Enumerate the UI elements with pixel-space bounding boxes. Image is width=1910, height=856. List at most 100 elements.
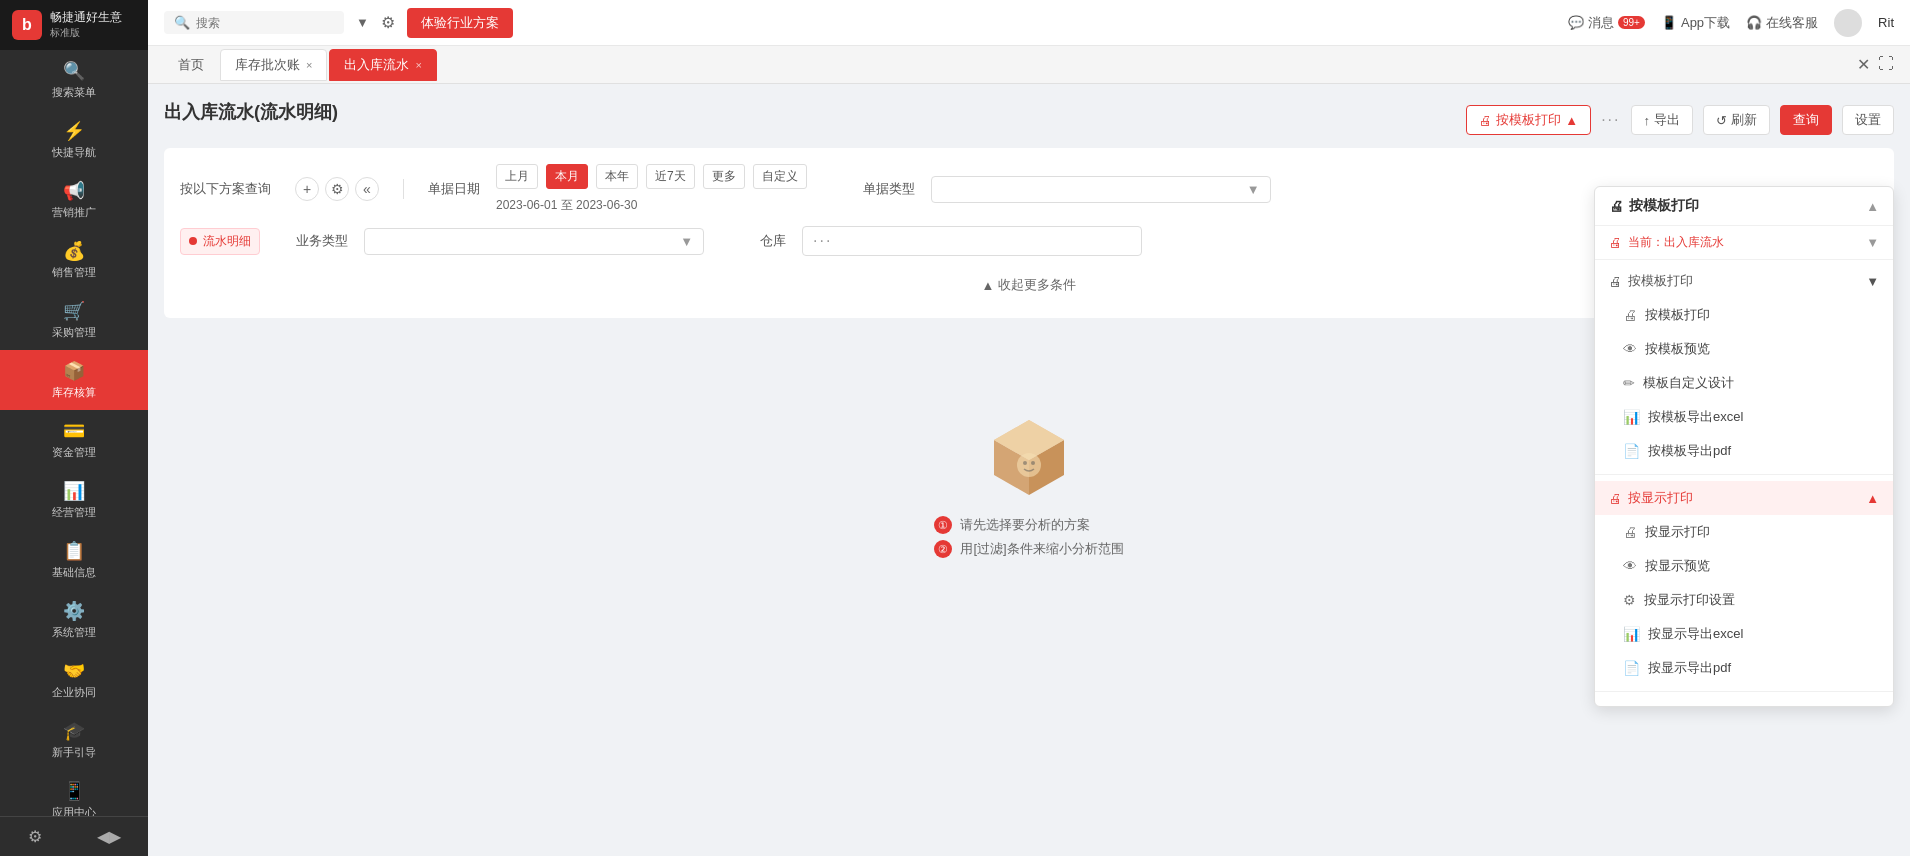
display-export-excel-item[interactable]: 📊 按显示导出excel [1595,617,1893,651]
chevron-up-collapse-icon: ▲ [982,278,995,293]
display-print-item[interactable]: 🖨 按显示打印 [1595,515,1893,549]
topbar-dropdown-icon[interactable]: ▼ [356,15,369,30]
sidebar-item-app-center[interactable]: 📱 应用中心 [0,770,148,816]
tab-home[interactable]: 首页 [164,50,218,80]
tab-inout-flow[interactable]: 出入库流水 × [329,49,436,81]
template-print-section-header[interactable]: 🖨 按模板打印 ▼ [1595,264,1893,298]
business-type-label: 业务类型 [296,232,348,250]
flow-tag: 流水明细 [180,228,260,255]
topbar-search-box[interactable]: 🔍 [164,11,344,34]
sidebar-item-marketing[interactable]: 📢 营销推广 [0,170,148,230]
default-settings-header[interactable]: ⚙ 设置默认功能 ▼ [1595,698,1893,706]
tab-batch-account-close[interactable]: × [306,59,312,71]
preview-item-icon: 👁 [1623,341,1637,357]
business-type-select[interactable]: ▼ [364,228,704,255]
display-preview-item[interactable]: 👁 按显示预览 [1595,549,1893,583]
money-icon: 💰 [63,240,85,262]
print-template-button[interactable]: 🖨 按模板打印 ▲ [1466,105,1591,135]
flow-tag-container: 流水明细 [180,228,260,255]
tab-bar: 首页 库存批次账 × 出入库流水 × ✕ ⛶ [148,46,1910,84]
sidebar-item-business[interactable]: 📊 经营管理 [0,470,148,530]
username-label[interactable]: Rit [1878,15,1894,30]
template-export-pdf-item[interactable]: 📄 按模板导出pdf [1595,434,1893,468]
message-action[interactable]: 💬 消息 99+ [1568,14,1645,32]
user-avatar[interactable] [1834,9,1862,37]
search-topbar-icon: 🔍 [174,15,190,30]
date-btn-last-month[interactable]: 上月 [496,164,538,189]
filter-add-button[interactable]: + [295,177,319,201]
tab-inout-flow-close[interactable]: × [415,59,421,71]
export-button[interactable]: ↑ 导出 [1631,105,1694,135]
step-1-num: ① [934,516,952,534]
sidebar-item-system[interactable]: ⚙️ 系统管理 [0,590,148,650]
tab-fullscreen-icon[interactable]: ⛶ [1878,55,1894,74]
sidebar-item-sales[interactable]: 💰 销售管理 [0,230,148,290]
bill-type-select[interactable]: ▼ [931,176,1271,203]
settings-bottom-icon[interactable]: ⚙ [28,827,42,846]
template-custom-item[interactable]: ✏ 模板自定义设计 [1595,366,1893,400]
settings-button[interactable]: 设置 [1842,105,1894,135]
display-print-section-header[interactable]: 🖨 按显示打印 ▲ [1595,481,1893,515]
sidebar-nav: 🔍 搜索菜单 ⚡ 快捷导航 📢 营销推广 💰 销售管理 🛒 采购管理 📦 [0,50,148,816]
date-filter-label: 单据日期 [428,180,480,198]
template-preview-item[interactable]: 👁 按模板预览 [1595,332,1893,366]
chevron-up-icon: ▲ [1565,113,1578,128]
collapse-conditions-button[interactable]: ▲ 收起更多条件 [982,276,1077,294]
industry-solution-button[interactable]: 体验行业方案 [407,8,513,38]
print-dropdown-header: 🖨 按模板打印 ▲ [1595,187,1893,226]
display-section-print-icon: 🖨 [1609,491,1622,506]
message-icon: 💬 [1568,15,1584,30]
query-button[interactable]: 查询 [1780,105,1832,135]
page-toolbar: 🖨 按模板打印 ▲ ··· ↑ 导出 ↺ 刷新 [1466,105,1894,135]
printer-dropdown-icon: 🖨 [1609,198,1623,214]
date-btn-7days[interactable]: 近7天 [646,164,695,189]
display-settings-icon: ⚙ [1623,592,1636,608]
date-btn-current-month[interactable]: 本月 [546,164,588,189]
display-export-pdf-item[interactable]: 📄 按显示导出pdf [1595,651,1893,685]
svg-point-6 [1031,461,1035,465]
topbar-search-input[interactable] [196,16,334,30]
empty-illustration [974,390,1084,500]
sidebar-item-base-info[interactable]: 📋 基础信息 [0,530,148,590]
date-btn-more[interactable]: 更多 [703,164,745,189]
date-btn-current-year[interactable]: 本年 [596,164,638,189]
online-service-action[interactable]: 🎧 在线客服 [1746,14,1818,32]
warehouse-select[interactable]: ··· [802,226,1142,256]
online-service-label: 在线客服 [1766,14,1818,32]
mobile-icon: 📱 [63,780,85,802]
sidebar-item-inventory[interactable]: 📦 库存核算 [0,350,148,410]
template-export-excel-item[interactable]: 📊 按模板导出excel [1595,400,1893,434]
date-filter-buttons: 上月 本月 本年 近7天 更多 自定义 [496,164,807,189]
headphone-icon: 🎧 [1746,15,1762,30]
print-dropdown-collapse-icon[interactable]: ▲ [1866,199,1879,214]
sidebar-item-enterprise[interactable]: 🤝 企业协同 [0,650,148,710]
topbar-settings-icon[interactable]: ⚙ [381,13,395,32]
print-dropdown-scroll: 🖨 当前：出入库流水 ▼ 🖨 按模板打印 ▼ [1595,226,1893,706]
current-template-arrow: ▼ [1866,235,1879,250]
print-dropdown-panel: 🖨 按模板打印 ▲ 🖨 当前：出入库流水 ▼ [1594,186,1894,707]
filter-settings-button[interactable]: ⚙ [325,177,349,201]
tab-close-all-icon[interactable]: ✕ [1857,55,1870,74]
sidebar-item-quick-nav[interactable]: ⚡ 快捷导航 [0,110,148,170]
svg-point-5 [1023,461,1027,465]
filter-collapse-button[interactable]: « [355,177,379,201]
sidebar-item-search[interactable]: 🔍 搜索菜单 [0,50,148,110]
display-print-section: 🖨 按显示打印 ▲ 🖨 按显示打印 👁 按显示预览 [1595,477,1893,689]
business-type-dropdown-icon: ▼ [680,234,693,249]
display-print-settings-item[interactable]: ⚙ 按显示打印设置 [1595,583,1893,617]
print-item-icon: 🖨 [1623,307,1637,323]
sidebar-item-guide[interactable]: 🎓 新手引导 [0,710,148,770]
sidebar-item-purchase[interactable]: 🛒 采购管理 [0,290,148,350]
sidebar-item-finance[interactable]: 💳 资金管理 [0,410,148,470]
more-options-icon[interactable]: ··· [1601,111,1620,129]
template-print-item[interactable]: 🖨 按模板打印 [1595,298,1893,332]
bill-type-dropdown-icon: ▼ [1247,182,1260,197]
step-2-text: 用[过滤]条件来缩小分析范围 [960,540,1123,558]
refresh-button[interactable]: ↺ 刷新 [1703,105,1770,135]
collapse-sidebar-icon[interactable]: ◀▶ [97,827,121,846]
display-pdf-icon: 📄 [1623,660,1640,676]
date-btn-custom[interactable]: 自定义 [753,164,807,189]
tab-batch-account[interactable]: 库存批次账 × [220,49,327,81]
app-download-action[interactable]: 📱 App下载 [1661,14,1730,32]
current-template-row: 🖨 当前：出入库流水 ▼ [1595,226,1893,260]
